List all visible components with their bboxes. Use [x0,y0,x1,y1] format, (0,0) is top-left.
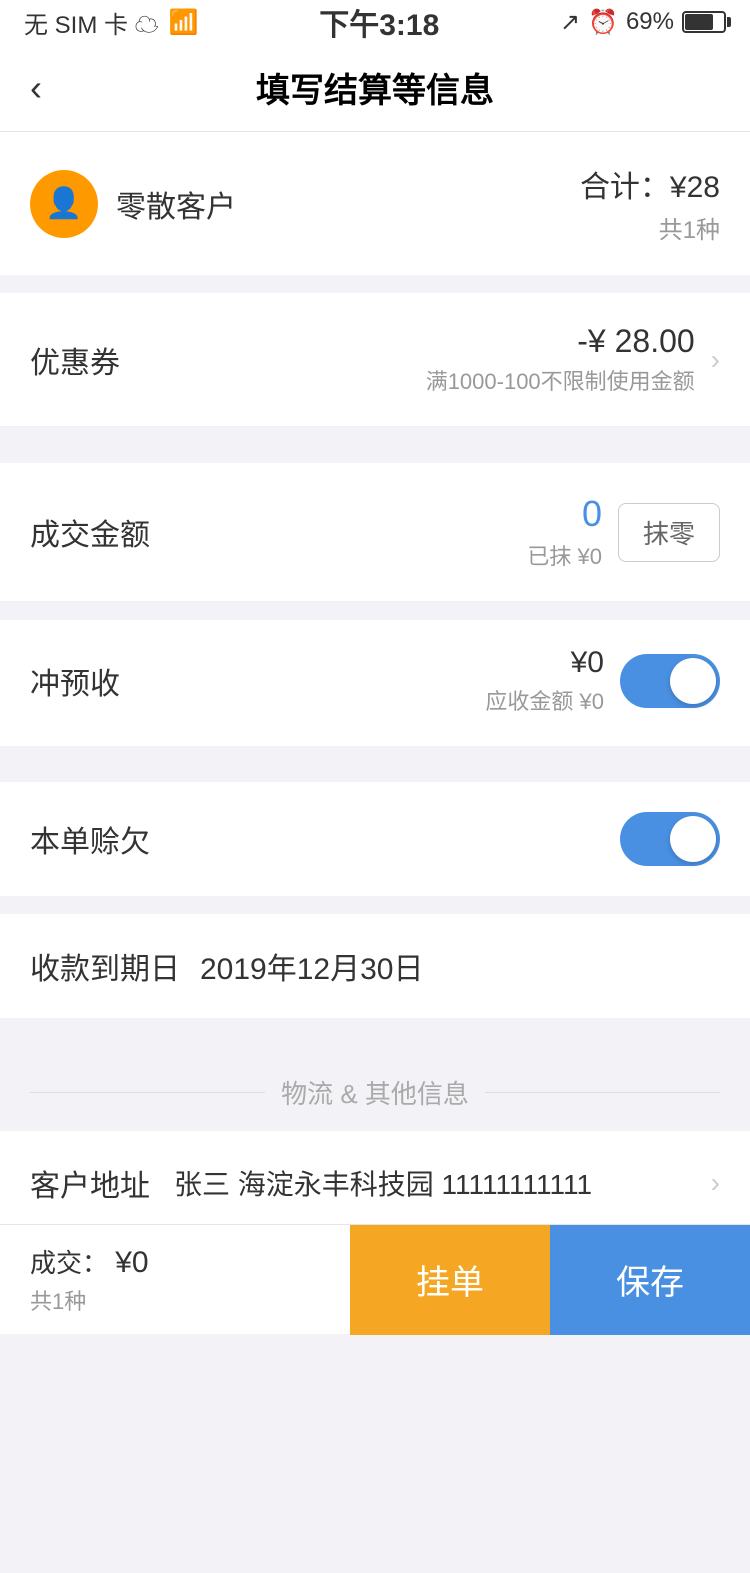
page-title: 填写结算等信息 [256,63,494,112]
coupon-right: -¥ 28.00 满1000-100不限制使用金额 › [120,323,720,396]
status-left: 无 SIM 卡 ☁ 📶 [24,5,199,40]
arrears-card: 本单赊欠 [0,782,750,896]
chevron-right-icon: › [711,344,720,376]
deal-amount-right: 0 已抹 ¥0 抹零 [150,493,720,571]
address-value: 张三 海淀永丰科技园 11111111111 [174,1163,687,1203]
coupon-card: 优惠券 -¥ 28.00 满1000-100不限制使用金额 › [0,293,750,427]
due-date-card: 收款到期日 2019年12月30日 [0,914,750,1018]
separator-3 [0,1036,750,1054]
prepay-amount: ¥0 [485,646,604,680]
bottom-deal-amount: ¥0 [115,1246,148,1279]
address-label: 客户地址 [30,1161,150,1205]
divider-line-right [485,1092,720,1093]
bottom-deal-row: 成交： ¥0 [30,1243,350,1280]
content-area: 👤 零散客户 合计：¥28 共1种 优惠券 -¥ 28.00 满1000-100… [0,132,750,1573]
hang-button[interactable]: 挂单 [350,1225,550,1335]
nav-bar: ‹ 填写结算等信息 [0,44,750,132]
section-label: 物流 & 其他信息 [281,1074,469,1111]
separator-1 [0,445,750,463]
prepay-amounts: ¥0 应收金额 ¥0 [485,646,604,716]
alarm-icon: ⏰ [588,8,618,37]
address-chevron-icon: › [711,1167,720,1199]
customer-name: 零散客户 [116,182,236,226]
total-count: 共1种 [580,210,720,245]
prepay-row: 冲预收 ¥0 应收金额 ¥0 [0,620,750,746]
address-row[interactable]: 客户地址 张三 海淀永丰科技园 11111111111 › [0,1131,750,1235]
arrears-label: 本单赊欠 [30,817,150,861]
prepay-card: 冲预收 ¥0 应收金额 ¥0 [0,620,750,746]
deal-amount-sub: 已抹 ¥0 [527,539,602,571]
deal-amount-row: 成交金额 0 已抹 ¥0 抹零 [0,463,750,602]
status-right: ↗ ⏰ 69% [560,8,726,37]
bottom-count: 共1种 [30,1284,350,1316]
bottom-deal-label: 成交： [30,1248,108,1278]
arrears-toggle[interactable] [620,812,720,866]
avatar-icon: 👤 [45,186,82,221]
arrears-row: 本单赊欠 [0,782,750,896]
customer-right: 合计：¥28 共1种 [580,162,720,245]
coupon-row[interactable]: 优惠券 -¥ 28.00 满1000-100不限制使用金额 › [0,293,750,427]
due-date-label: 收款到期日 [30,944,180,988]
prepay-top: 冲预收 ¥0 应收金额 ¥0 [30,646,720,716]
separator-2 [0,764,750,782]
round-button[interactable]: 抹零 [618,503,720,562]
back-button[interactable]: ‹ [30,57,52,119]
location-icon: ↗ [560,8,580,37]
avatar: 👤 [30,170,98,238]
prepay-toggle[interactable] [620,654,720,708]
status-time: 下午3:18 [319,0,439,44]
divider-line-left [30,1092,265,1093]
battery-icon [682,11,726,33]
status-bar: 无 SIM 卡 ☁ 📶 下午3:18 ↗ ⏰ 69% [0,0,750,44]
prepay-sub: 应收金额 ¥0 [485,684,604,716]
save-button[interactable]: 保存 [550,1225,750,1335]
customer-row: 👤 零散客户 合计：¥28 共1种 [0,132,750,275]
wifi-icon: 📶 [169,8,199,37]
due-date-value: 2019年12月30日 [200,944,423,988]
prepay-label: 冲预收 [30,659,120,703]
customer-left: 👤 零散客户 [30,170,236,238]
coupon-sub: 满1000-100不限制使用金额 [426,364,695,396]
battery-percent: 69% [626,8,674,36]
coupon-label: 优惠券 [30,338,120,382]
deal-amount-value[interactable]: 0 [527,493,602,535]
no-sim-text: 无 SIM 卡 ☁ [24,5,159,40]
bottom-info: 成交： ¥0 共1种 [0,1243,350,1316]
coupon-discount: -¥ 28.00 [426,323,695,360]
bottom-bar: 成交： ¥0 共1种 挂单 保存 [0,1224,750,1334]
logistics-section-divider: 物流 & 其他信息 [0,1054,750,1131]
due-date-row[interactable]: 收款到期日 2019年12月30日 [0,914,750,1018]
coupon-col: -¥ 28.00 满1000-100不限制使用金额 [426,323,695,396]
address-card: 客户地址 张三 海淀永丰科技园 11111111111 › [0,1131,750,1235]
total-amount: 合计：¥28 [580,162,720,206]
deal-amount-card: 成交金额 0 已抹 ¥0 抹零 [0,463,750,602]
deal-amount-label: 成交金额 [30,510,150,554]
